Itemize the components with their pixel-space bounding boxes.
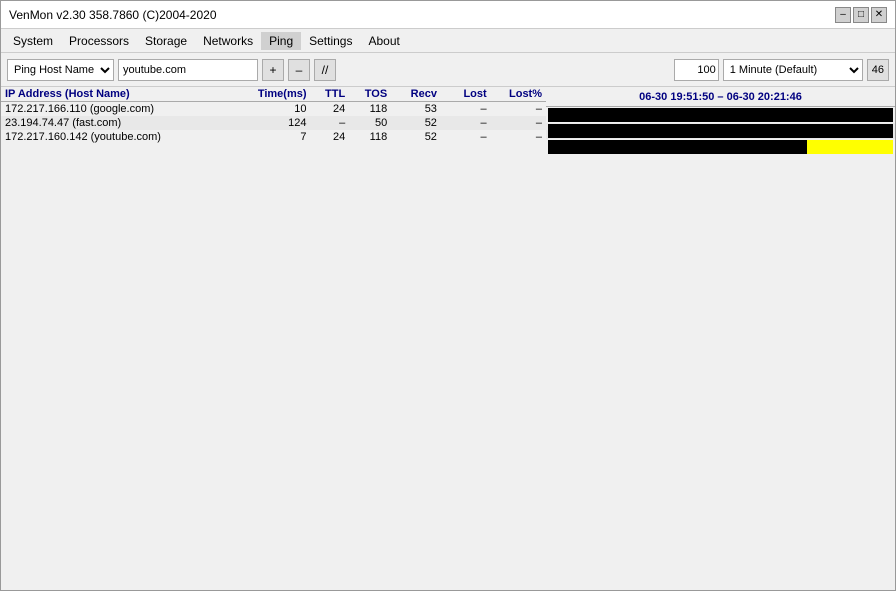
main-content: IP Address (Host Name) Time(ms) TTL TOS … [1, 87, 895, 590]
col-header-ttl: TTL [311, 87, 350, 102]
menu-bar: System Processors Storage Networks Ping … [1, 29, 895, 53]
menu-storage[interactable]: Storage [137, 32, 195, 50]
graph-bar-container [548, 124, 893, 138]
graph-bar-yellow [807, 140, 893, 154]
close-button[interactable]: ✕ [871, 7, 887, 23]
window-title: VenMon v2.30 358.7860 (C)2004-2020 [9, 8, 217, 22]
graph-time-range: 06-30 19:51:50 – 06-30 20:21:46 [546, 87, 895, 107]
graph-row [546, 123, 895, 139]
elapsed-count: 46 [867, 59, 889, 81]
col-header-lostpct: Lost% [491, 87, 546, 102]
pause-button[interactable]: // [314, 59, 336, 81]
table-row: 172.217.160.142 (youtube.com)72411852–– [1, 130, 546, 144]
graph-bar-container [548, 108, 893, 122]
menu-processors[interactable]: Processors [61, 32, 137, 50]
col-header-time: Time(ms) [239, 87, 311, 102]
count-input[interactable] [674, 59, 719, 81]
ping-table: IP Address (Host Name) Time(ms) TTL TOS … [1, 87, 546, 144]
title-controls: – □ ✕ [835, 7, 887, 23]
menu-system[interactable]: System [5, 32, 61, 50]
host-input[interactable] [118, 59, 258, 81]
minimize-button[interactable]: – [835, 7, 851, 23]
add-host-button[interactable]: + [262, 59, 284, 81]
host-type-select[interactable]: Ping Host Name [7, 59, 114, 81]
graph-row [546, 139, 895, 155]
title-bar: VenMon v2.30 358.7860 (C)2004-2020 – □ ✕ [1, 1, 895, 29]
graph-section: 06-30 19:51:50 – 06-30 20:21:46 [546, 87, 895, 590]
col-header-tos: TOS [349, 87, 391, 102]
table-row: 172.217.166.110 (google.com)102411853–– [1, 102, 546, 117]
table-row: 23.194.74.47 (fast.com)124–5052–– [1, 116, 546, 130]
col-header-recv: Recv [391, 87, 441, 102]
remove-host-button[interactable]: – [288, 59, 310, 81]
menu-about[interactable]: About [360, 32, 407, 50]
maximize-button[interactable]: □ [853, 7, 869, 23]
graph-bar-container [548, 140, 893, 154]
menu-networks[interactable]: Networks [195, 32, 261, 50]
menu-settings[interactable]: Settings [301, 32, 360, 50]
col-header-ip: IP Address (Host Name) [1, 87, 239, 102]
interval-select[interactable]: 1 Minute (Default) [723, 59, 863, 81]
toolbar: Ping Host Name + – // 1 Minute (Default)… [1, 53, 895, 87]
menu-ping[interactable]: Ping [261, 32, 301, 50]
main-window: VenMon v2.30 358.7860 (C)2004-2020 – □ ✕… [0, 0, 896, 591]
col-header-lost: Lost [441, 87, 491, 102]
graph-row [546, 107, 895, 123]
graph-rows [546, 107, 895, 590]
data-table-section: IP Address (Host Name) Time(ms) TTL TOS … [1, 87, 546, 590]
